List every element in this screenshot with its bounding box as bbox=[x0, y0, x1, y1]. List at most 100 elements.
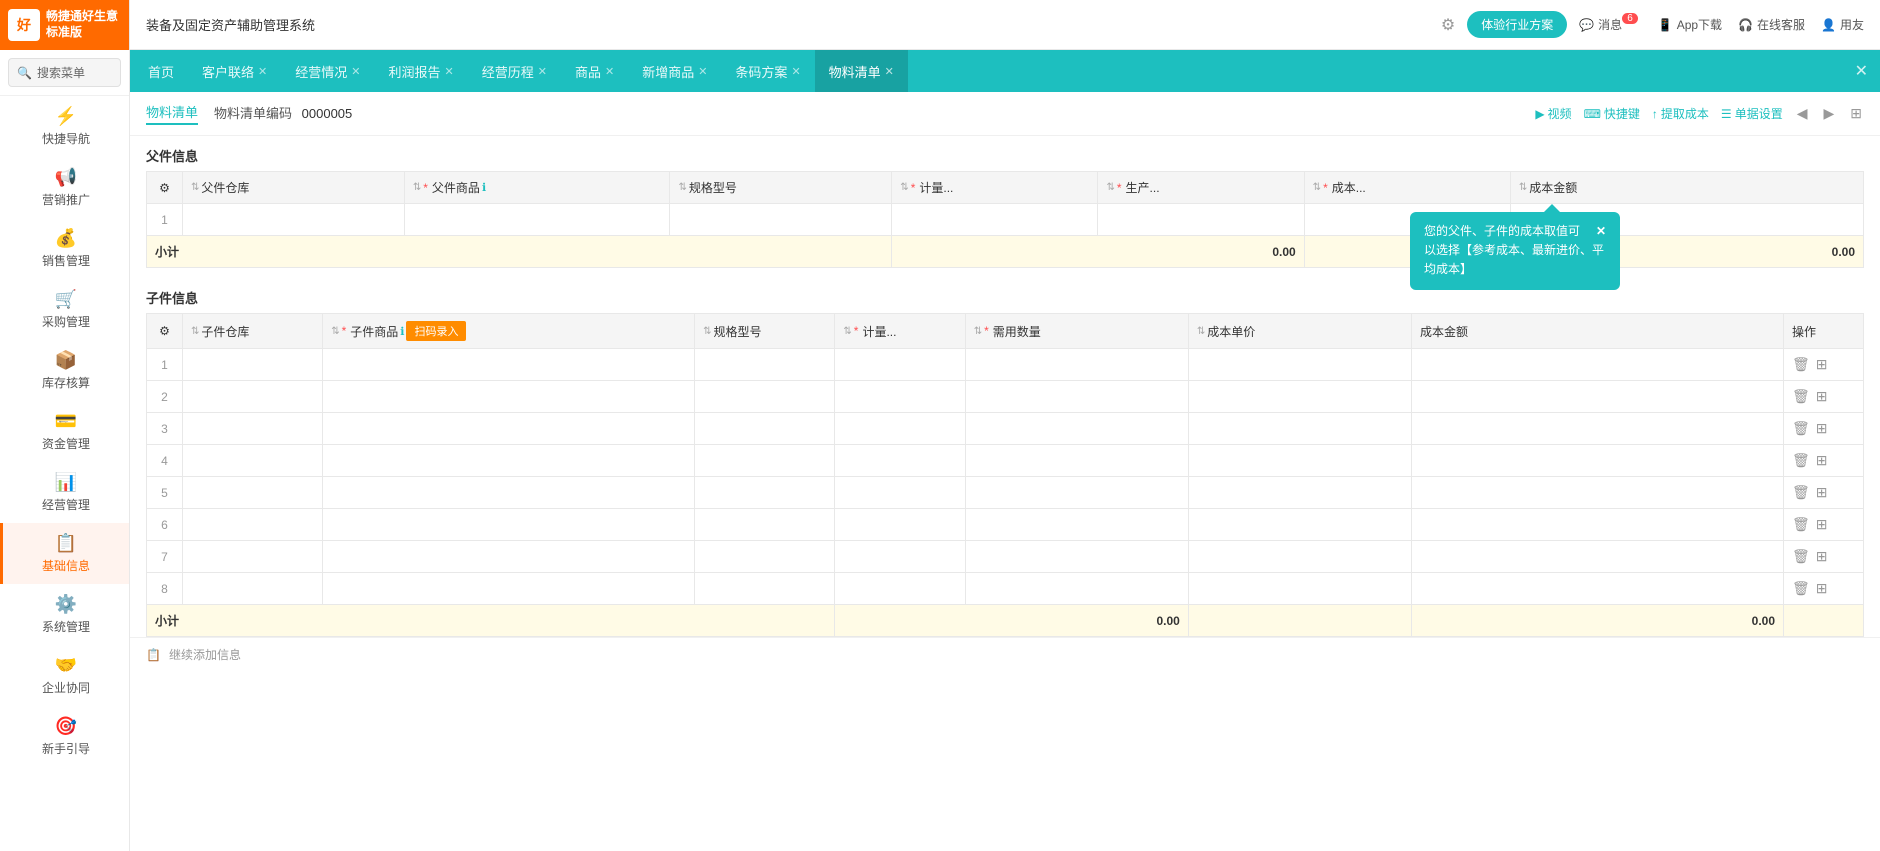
close-all-tabs[interactable]: ✕ bbox=[1847, 61, 1876, 81]
child-settings-gear[interactable]: ⚙ bbox=[159, 324, 170, 338]
child-price-6[interactable] bbox=[1188, 541, 1411, 573]
child-warehouse-5[interactable] bbox=[183, 509, 323, 541]
child-product-7[interactable] bbox=[323, 573, 695, 605]
sidebar-item-quicknav[interactable]: ⚡快捷导航 bbox=[0, 96, 129, 157]
child-spec-2[interactable] bbox=[695, 413, 835, 445]
child-price-4[interactable] bbox=[1188, 477, 1411, 509]
sidebar-item-finance[interactable]: 💳资金管理 bbox=[0, 401, 129, 462]
child-unit-1[interactable] bbox=[835, 381, 965, 413]
extract-cost-action[interactable]: ↑ 提取成本 bbox=[1652, 105, 1709, 122]
child-unit-4[interactable] bbox=[835, 477, 965, 509]
nav-tab-6[interactable]: 新增商品✕ bbox=[628, 50, 721, 92]
nav-tab-4[interactable]: 经营历程✕ bbox=[468, 50, 561, 92]
child-qty-5[interactable] bbox=[965, 509, 1188, 541]
message-action[interactable]: 💬 消息 6 bbox=[1579, 16, 1642, 33]
child-unit-0[interactable] bbox=[835, 349, 965, 381]
child-amount-0[interactable] bbox=[1412, 349, 1784, 381]
copy-icon-2[interactable]: ⊞ bbox=[1816, 420, 1828, 437]
child-unit-2[interactable] bbox=[835, 413, 965, 445]
nav-tab-close-6[interactable]: ✕ bbox=[698, 65, 707, 78]
child-qty-0[interactable] bbox=[965, 349, 1188, 381]
child-price-3[interactable] bbox=[1188, 445, 1411, 477]
child-qty-1[interactable] bbox=[965, 381, 1188, 413]
child-product-3[interactable] bbox=[323, 445, 695, 477]
child-warehouse-1[interactable] bbox=[183, 381, 323, 413]
child-spec-5[interactable] bbox=[695, 509, 835, 541]
sub-tab-list[interactable]: 物料清单 bbox=[146, 102, 198, 125]
next-button[interactable]: ▶ bbox=[1821, 103, 1836, 124]
online-service-action[interactable]: 🎧 在线客服 bbox=[1738, 16, 1805, 33]
child-unit-3[interactable] bbox=[835, 445, 965, 477]
parent-production-cell[interactable] bbox=[1098, 204, 1304, 236]
child-warehouse-0[interactable] bbox=[183, 349, 323, 381]
child-warehouse-2[interactable] bbox=[183, 413, 323, 445]
child-amount-5[interactable] bbox=[1412, 509, 1784, 541]
child-qty-2[interactable] bbox=[965, 413, 1188, 445]
child-product-1[interactable] bbox=[323, 381, 695, 413]
delete-icon-5[interactable]: 🗑 bbox=[1792, 516, 1810, 533]
parent-warehouse-cell[interactable] bbox=[183, 204, 405, 236]
child-amount-2[interactable] bbox=[1412, 413, 1784, 445]
child-price-0[interactable] bbox=[1188, 349, 1411, 381]
nav-tab-3[interactable]: 利润报告✕ bbox=[374, 50, 467, 92]
copy-icon-0[interactable]: ⊞ bbox=[1816, 356, 1828, 373]
sidebar-item-system[interactable]: ⚙️系统管理 bbox=[0, 584, 129, 645]
copy-icon-5[interactable]: ⊞ bbox=[1816, 516, 1828, 533]
child-spec-1[interactable] bbox=[695, 381, 835, 413]
child-warehouse-4[interactable] bbox=[183, 477, 323, 509]
nav-tab-close-4[interactable]: ✕ bbox=[538, 65, 547, 78]
app-download-action[interactable]: 📱 App下载 bbox=[1658, 16, 1722, 33]
child-price-1[interactable] bbox=[1188, 381, 1411, 413]
child-amount-4[interactable] bbox=[1412, 477, 1784, 509]
child-spec-3[interactable] bbox=[695, 445, 835, 477]
child-warehouse-3[interactable] bbox=[183, 445, 323, 477]
child-unit-6[interactable] bbox=[835, 541, 965, 573]
view-action[interactable]: ▶ 视频 bbox=[1535, 105, 1571, 122]
sidebar-item-inventory[interactable]: 📦库存核算 bbox=[0, 340, 129, 401]
delete-icon-2[interactable]: 🗑 bbox=[1792, 420, 1810, 437]
nav-tab-close-5[interactable]: ✕ bbox=[605, 65, 614, 78]
nav-tab-2[interactable]: 经营情况✕ bbox=[281, 50, 374, 92]
nav-tab-close-1[interactable]: ✕ bbox=[258, 65, 267, 78]
prev-button[interactable]: ◀ bbox=[1795, 103, 1810, 124]
settings-gear[interactable]: ⚙ bbox=[159, 181, 170, 195]
nav-tab-close-2[interactable]: ✕ bbox=[351, 65, 360, 78]
sidebar-item-purchase[interactable]: 🛒采购管理 bbox=[0, 279, 129, 340]
child-spec-6[interactable] bbox=[695, 541, 835, 573]
child-qty-4[interactable] bbox=[965, 477, 1188, 509]
child-warehouse-6[interactable] bbox=[183, 541, 323, 573]
child-unit-7[interactable] bbox=[835, 573, 965, 605]
child-spec-7[interactable] bbox=[695, 573, 835, 605]
copy-icon-6[interactable]: ⊞ bbox=[1816, 548, 1828, 565]
tooltip-close-button[interactable]: ✕ bbox=[1596, 222, 1606, 241]
user-action[interactable]: 👤 用友 bbox=[1821, 16, 1864, 33]
child-price-2[interactable] bbox=[1188, 413, 1411, 445]
nav-tab-0[interactable]: 首页 bbox=[134, 50, 188, 92]
delete-icon-6[interactable]: 🗑 bbox=[1792, 548, 1810, 565]
settings-icon[interactable]: ⚙ bbox=[1441, 15, 1455, 35]
child-product-5[interactable] bbox=[323, 509, 695, 541]
sidebar-item-operations[interactable]: 📊经营管理 bbox=[0, 462, 129, 523]
child-qty-7[interactable] bbox=[965, 573, 1188, 605]
child-product-4[interactable] bbox=[323, 477, 695, 509]
trial-button[interactable]: 体验行业方案 bbox=[1467, 11, 1567, 38]
nav-tab-7[interactable]: 条码方案✕ bbox=[721, 50, 814, 92]
parent-spec-cell[interactable] bbox=[670, 204, 892, 236]
child-product-0[interactable] bbox=[323, 349, 695, 381]
delete-icon-0[interactable]: 🗑 bbox=[1792, 356, 1810, 373]
child-amount-7[interactable] bbox=[1412, 573, 1784, 605]
child-product-6[interactable] bbox=[323, 541, 695, 573]
child-product-2[interactable] bbox=[323, 413, 695, 445]
child-amount-1[interactable] bbox=[1412, 381, 1784, 413]
sidebar-item-basic[interactable]: 📋基础信息 bbox=[0, 523, 129, 584]
scan-button[interactable]: 扫码录入 bbox=[406, 321, 466, 341]
child-unit-5[interactable] bbox=[835, 509, 965, 541]
child-amount-6[interactable] bbox=[1412, 541, 1784, 573]
child-spec-0[interactable] bbox=[695, 349, 835, 381]
single-settings-action[interactable]: ☰ 单据设置 bbox=[1721, 105, 1783, 122]
nav-tab-1[interactable]: 客户联络✕ bbox=[188, 50, 281, 92]
child-price-5[interactable] bbox=[1188, 509, 1411, 541]
nav-tab-close-8[interactable]: ✕ bbox=[885, 65, 894, 78]
search-menu-button[interactable]: 🔍 搜索菜单 bbox=[8, 58, 121, 87]
delete-icon-3[interactable]: 🗑 bbox=[1792, 452, 1810, 469]
